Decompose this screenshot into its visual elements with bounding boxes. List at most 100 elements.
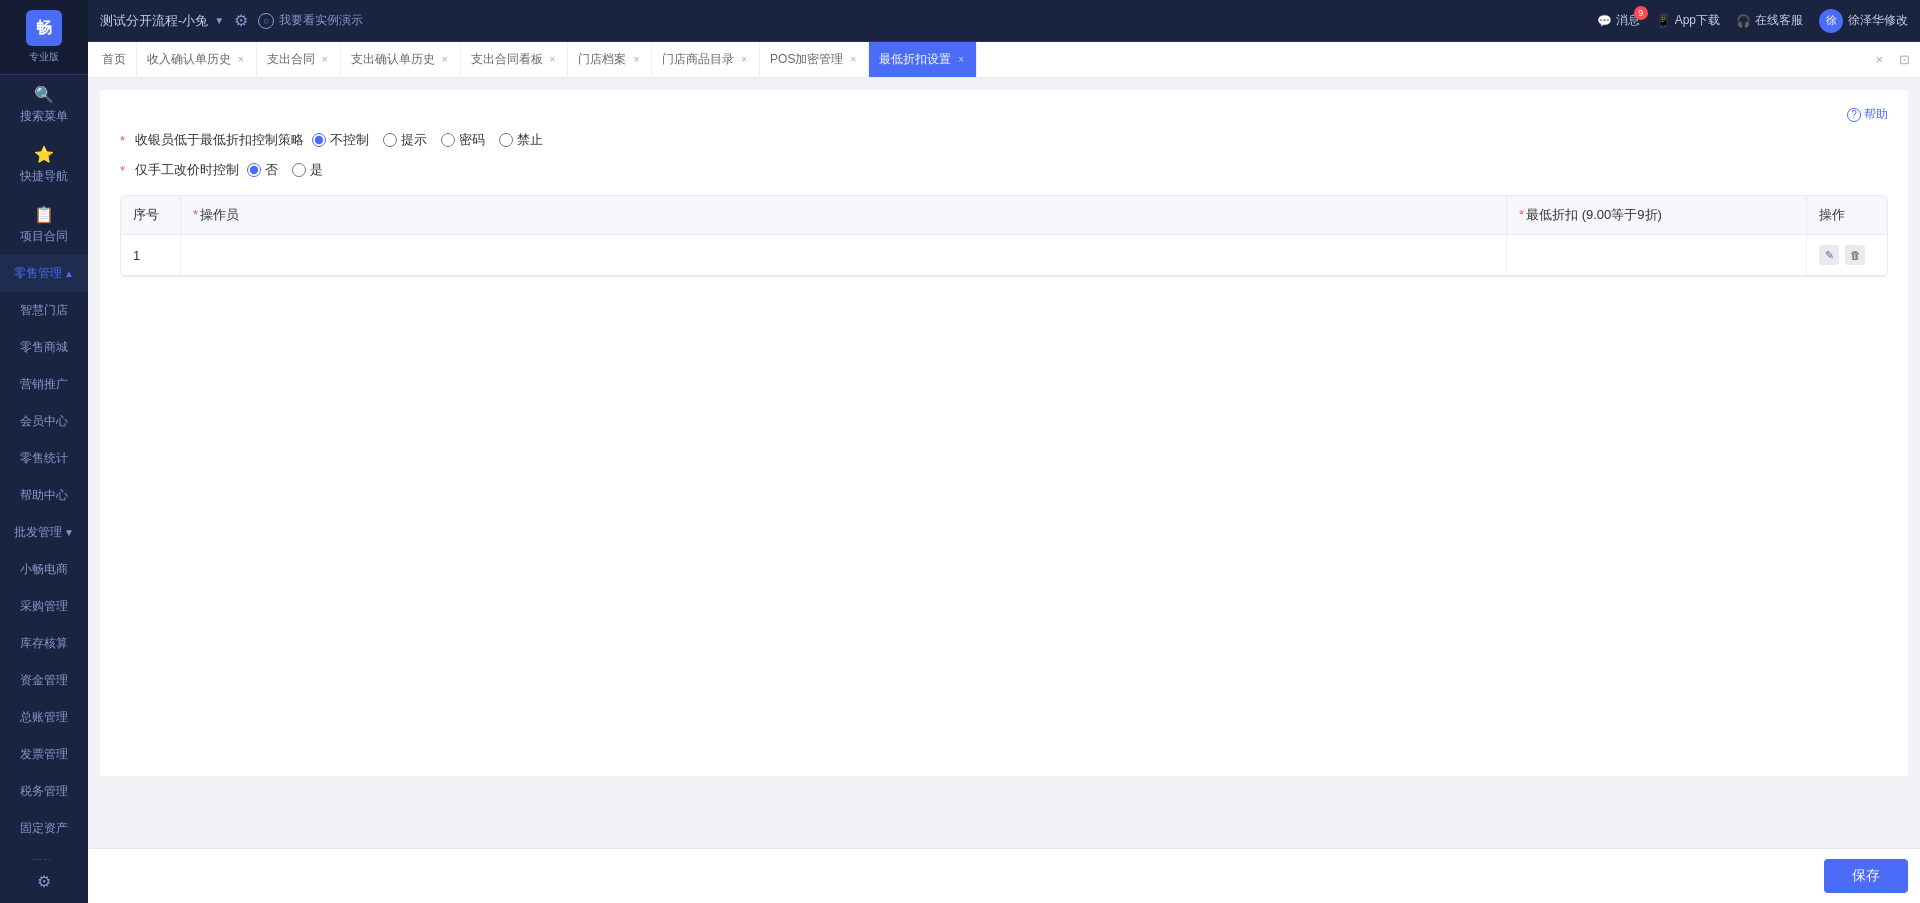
sidebar-item-ecommerce-label: 小畅电商 — [20, 561, 68, 578]
tab-min-discount-label: 最低折扣设置 — [879, 51, 951, 68]
tab-min-discount-close-icon[interactable]: × — [956, 53, 966, 66]
user-name: 徐泽华修改 — [1848, 12, 1908, 29]
tab-pay-confirm-label: 支出确认单历史 — [351, 51, 435, 68]
sidebar-item-retail-mall[interactable]: 零售商城 — [0, 329, 88, 366]
sidebar-item-salary[interactable]: 工资 — [0, 847, 88, 860]
wholesale-arrow-icon: ▼ — [64, 527, 74, 538]
sidebar-item-ecommerce[interactable]: 小畅电商 — [0, 551, 88, 588]
tab-pay-contract-label: 支出合同 — [267, 51, 315, 68]
tab-expand-icon[interactable]: ⊡ — [1893, 48, 1916, 71]
radio-prompt-input[interactable] — [383, 133, 397, 147]
online-service-button[interactable]: 🎧 在线客服 — [1736, 12, 1803, 29]
radio-no-control-input[interactable] — [312, 133, 326, 147]
sidebar-item-smart-store[interactable]: 智慧门店 — [0, 292, 88, 329]
delete-icon-1[interactable]: 🗑 — [1845, 245, 1865, 265]
sidebar-item-inventory[interactable]: 库存核算 — [0, 625, 88, 662]
sidebar-item-search[interactable]: 🔍 搜索菜单 — [0, 75, 88, 135]
radio-password[interactable]: 密码 — [441, 131, 485, 149]
tab-home[interactable]: 首页 — [92, 42, 137, 78]
online-service-label: 在线客服 — [1755, 12, 1803, 29]
sidebar-item-purchase[interactable]: 采购管理 — [0, 588, 88, 625]
topbar-settings-icon[interactable]: ⚙ — [234, 11, 248, 30]
service-icon: 🎧 — [1736, 14, 1751, 28]
content-panel: ? 帮助 * 收银员低于最低折扣控制策略 不控制 提示 — [100, 90, 1908, 776]
required-star-1: * — [120, 133, 125, 148]
sidebar-item-member-center[interactable]: 会员中心 — [0, 403, 88, 440]
sidebar-item-help-center[interactable]: 帮助中心 — [0, 477, 88, 514]
tab-pay-confirm-close-icon[interactable]: × — [440, 53, 450, 66]
tabbar-actions: × ⊡ — [1869, 48, 1916, 71]
radio-forbidden[interactable]: 禁止 — [499, 131, 543, 149]
tab-income-confirm-history[interactable]: 收入确认单历史 × — [137, 42, 257, 78]
tab-pay-confirm-history[interactable]: 支出确认单历史 × — [341, 42, 461, 78]
cell-actions-1: ✎ 🗑 — [1807, 235, 1887, 275]
user-menu[interactable]: 徐 徐泽华修改 — [1819, 9, 1908, 33]
app-download-button[interactable]: 📱 App下载 — [1656, 12, 1720, 29]
sidebar-item-general-ledger[interactable]: 总账管理 — [0, 699, 88, 736]
logo-text: 专业版 — [29, 50, 59, 64]
tab-pay-contract-board[interactable]: 支出合同看板 × — [461, 42, 569, 78]
sidebar-item-quicknav[interactable]: ⭐ 快捷导航 — [0, 135, 88, 195]
sidebar-item-smart-store-label: 智慧门店 — [20, 302, 68, 319]
cell-operator-1[interactable] — [181, 235, 1507, 275]
sidebar-item-retail-mall-label: 零售商城 — [20, 339, 68, 356]
edit-icon-1[interactable]: ✎ — [1819, 245, 1839, 265]
sidebar-item-tax[interactable]: 税务管理 — [0, 773, 88, 810]
sidebar-item-marketing[interactable]: 营销推广 — [0, 366, 88, 403]
cell-seq-1: 1 — [121, 235, 181, 275]
sidebar-item-wholesale[interactable]: 批发管理 ▼ — [0, 514, 88, 551]
sidebar-item-retail-label: 零售管理 — [14, 265, 62, 282]
radio-yes-input[interactable] — [292, 163, 306, 177]
project-contract-icon: 📋 — [34, 205, 54, 224]
sidebar-item-search-label: 搜索菜单 — [20, 108, 68, 125]
help-button[interactable]: ? 帮助 — [1847, 106, 1888, 123]
tab-pay-board-close-icon[interactable]: × — [548, 53, 558, 66]
sidebar-item-purchase-label: 采购管理 — [20, 598, 68, 615]
message-icon: 💬 — [1597, 14, 1612, 28]
radio-password-input[interactable] — [441, 133, 455, 147]
sidebar-item-retail-management[interactable]: 零售管理 ▲ — [0, 255, 88, 292]
sidebar-item-invoice[interactable]: 发票管理 — [0, 736, 88, 773]
discount-strategy-radio-group: 不控制 提示 密码 禁止 — [312, 131, 543, 149]
sidebar-item-project-contract[interactable]: 📋 项目合同 — [0, 195, 88, 255]
sidebar-item-fund-label: 资金管理 — [20, 672, 68, 689]
download-icon: 📱 — [1656, 14, 1671, 28]
radio-no-control[interactable]: 不控制 — [312, 131, 369, 149]
radio-yes-label: 是 — [310, 161, 323, 179]
tab-store-file[interactable]: 门店档案 × — [568, 42, 652, 78]
radio-prompt[interactable]: 提示 — [383, 131, 427, 149]
tab-pos-close-icon[interactable]: × — [848, 53, 858, 66]
sidebar-item-fixed-assets[interactable]: 固定资产 — [0, 810, 88, 847]
tab-income-confirm-label: 收入确认单历史 — [147, 51, 231, 68]
tab-pay-contract-close-icon[interactable]: × — [320, 53, 330, 66]
demo-link[interactable]: ○ 我要看实例演示 — [258, 12, 363, 29]
tab-pos-password[interactable]: POS加密管理 × — [760, 42, 869, 78]
project-selector[interactable]: 测试分开流程-小兔 ▼ — [100, 12, 224, 30]
radio-no-label: 否 — [265, 161, 278, 179]
radio-forbidden-input[interactable] — [499, 133, 513, 147]
tab-store-goods-close-icon[interactable]: × — [739, 53, 749, 66]
tab-store-file-close-icon[interactable]: × — [631, 53, 641, 66]
save-button[interactable]: 保存 — [1824, 859, 1908, 893]
tab-income-close-icon[interactable]: × — [236, 53, 246, 66]
sidebar-item-member-label: 会员中心 — [20, 413, 68, 430]
sidebar-item-retail-stats-label: 零售统计 — [20, 450, 68, 467]
tab-pay-contract[interactable]: 支出合同 × — [257, 42, 341, 78]
tab-close-all-icon[interactable]: × — [1869, 48, 1889, 71]
radio-no[interactable]: 否 — [247, 161, 278, 179]
sidebar-item-retail-stats[interactable]: 零售统计 — [0, 440, 88, 477]
tab-pos-label: POS加密管理 — [770, 51, 843, 68]
radio-no-input[interactable] — [247, 163, 261, 177]
table-row: 1 ✎ 🗑 — [121, 235, 1887, 276]
table-header: 序号 *操作员 *最低折扣 (9.00等于9折) 操作 — [121, 196, 1887, 235]
settings-icon[interactable]: ⚙ — [37, 872, 51, 891]
sidebar-item-fund[interactable]: 资金管理 — [0, 662, 88, 699]
tab-store-goods[interactable]: 门店商品目录 × — [652, 42, 760, 78]
sidebar-item-inventory-label: 库存核算 — [20, 635, 68, 652]
cell-discount-1[interactable] — [1507, 235, 1807, 275]
messages-button[interactable]: 💬 消息 9 — [1597, 12, 1640, 29]
tab-min-discount[interactable]: 最低折扣设置 × — [869, 42, 977, 78]
content-area: ? 帮助 * 收银员低于最低折扣控制策略 不控制 提示 — [88, 78, 1920, 848]
radio-yes[interactable]: 是 — [292, 161, 323, 179]
search-icon: 🔍 — [34, 85, 54, 104]
